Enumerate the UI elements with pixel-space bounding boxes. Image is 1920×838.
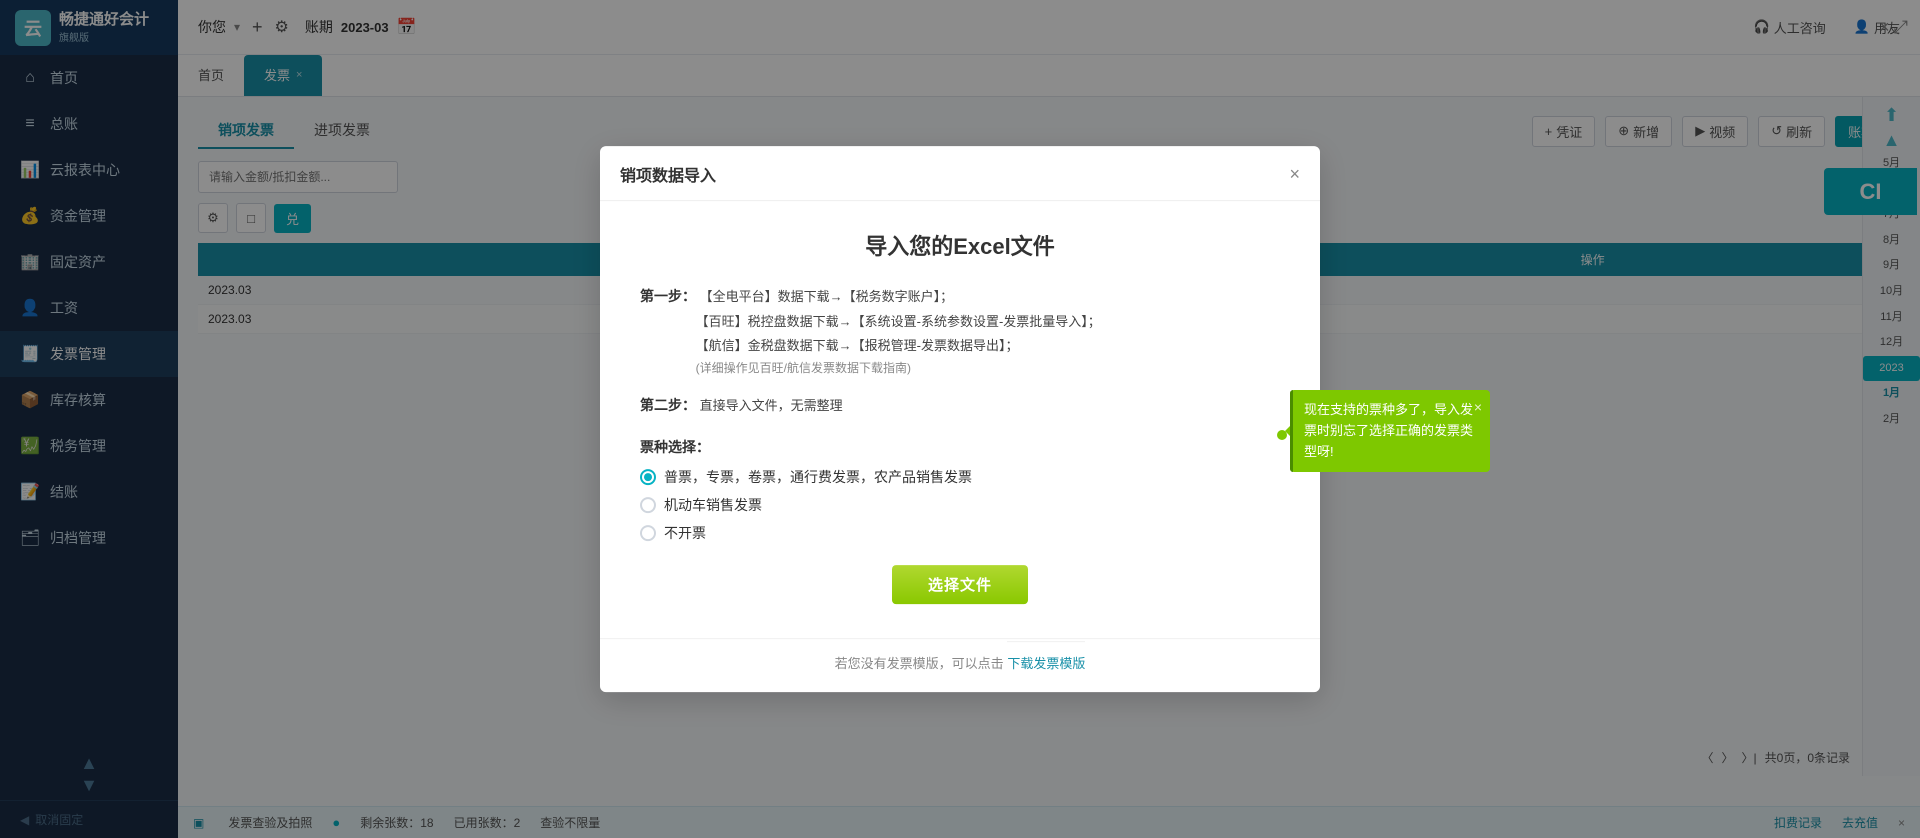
modal-footer: 若您没有发票模版，可以点击 下载发票模版 [600, 638, 1320, 692]
step2-content: 直接导入文件，无需整理 [700, 398, 843, 413]
modal-main-title: 导入您的Excel文件 [640, 229, 1280, 261]
radio-no-invoice-circle [640, 525, 656, 541]
radio-no-invoice[interactable]: 不开票 [640, 519, 1280, 547]
tooltip-bar [1290, 390, 1293, 472]
radio-motor-circle [640, 497, 656, 513]
step1-guide-link[interactable]: (详细操作见百旺/航信发票数据下载指南) [696, 361, 911, 375]
modal-step2: 第二步： 直接导入文件，无需整理 [640, 394, 1280, 419]
tooltip-close-button[interactable]: × [1474, 396, 1482, 418]
download-template-link[interactable]: 下载发票模版 [1007, 641, 1085, 691]
radio-group: 普票，专票，卷票，通行费发票，农产品销售发票 机动车销售发票 不开票 [640, 463, 1280, 547]
step2-label: 第二步： [640, 397, 696, 413]
step1-line1: 【全电平台】数据下载→【税务数字账户】； [700, 289, 954, 304]
select-file-wrap: 选择文件 [640, 565, 1280, 604]
import-modal: 销项数据导入 × 导入您的Excel文件 第一步： 【全电平台】数据下载→【税务… [600, 146, 1320, 692]
radio-motor[interactable]: 机动车销售发票 [640, 491, 1280, 519]
modal-title: 销项数据导入 [620, 162, 716, 186]
tooltip-box: × 现在支持的票种多了，导入发票时别忘了选择正确的发票类型呀! [1290, 390, 1490, 472]
modal-step1: 第一步： 【全电平台】数据下载→【税务数字账户】； 【百旺】税控盘数据下载→【系… [640, 285, 1280, 376]
step1-label: 第一步： [640, 288, 696, 304]
step1-line3: 【航信】金税盘数据下载→【报税管理-发票数据导出】； [696, 339, 1019, 354]
select-file-button[interactable]: 选择文件 [892, 565, 1028, 604]
modal-body: 导入您的Excel文件 第一步： 【全电平台】数据下载→【税务数字账户】； 【百… [600, 201, 1320, 628]
step1-line2: 【百旺】税控盘数据下载→【系统设置-系统参数设置-发票批量导入】； [696, 314, 1101, 329]
radio-normal[interactable]: 普票，专票，卷票，通行费发票，农产品销售发票 [640, 463, 1280, 491]
radio-normal-circle [640, 469, 656, 485]
modal-close-button[interactable]: × [1289, 164, 1300, 185]
ticket-label: 票种选择： [640, 439, 710, 455]
ticket-selection: 票种选择： 普票，专票，卷票，通行费发票，农产品销售发票 机动车销售发票 不开票 [640, 437, 1280, 547]
modal-header: 销项数据导入 × [600, 146, 1320, 201]
